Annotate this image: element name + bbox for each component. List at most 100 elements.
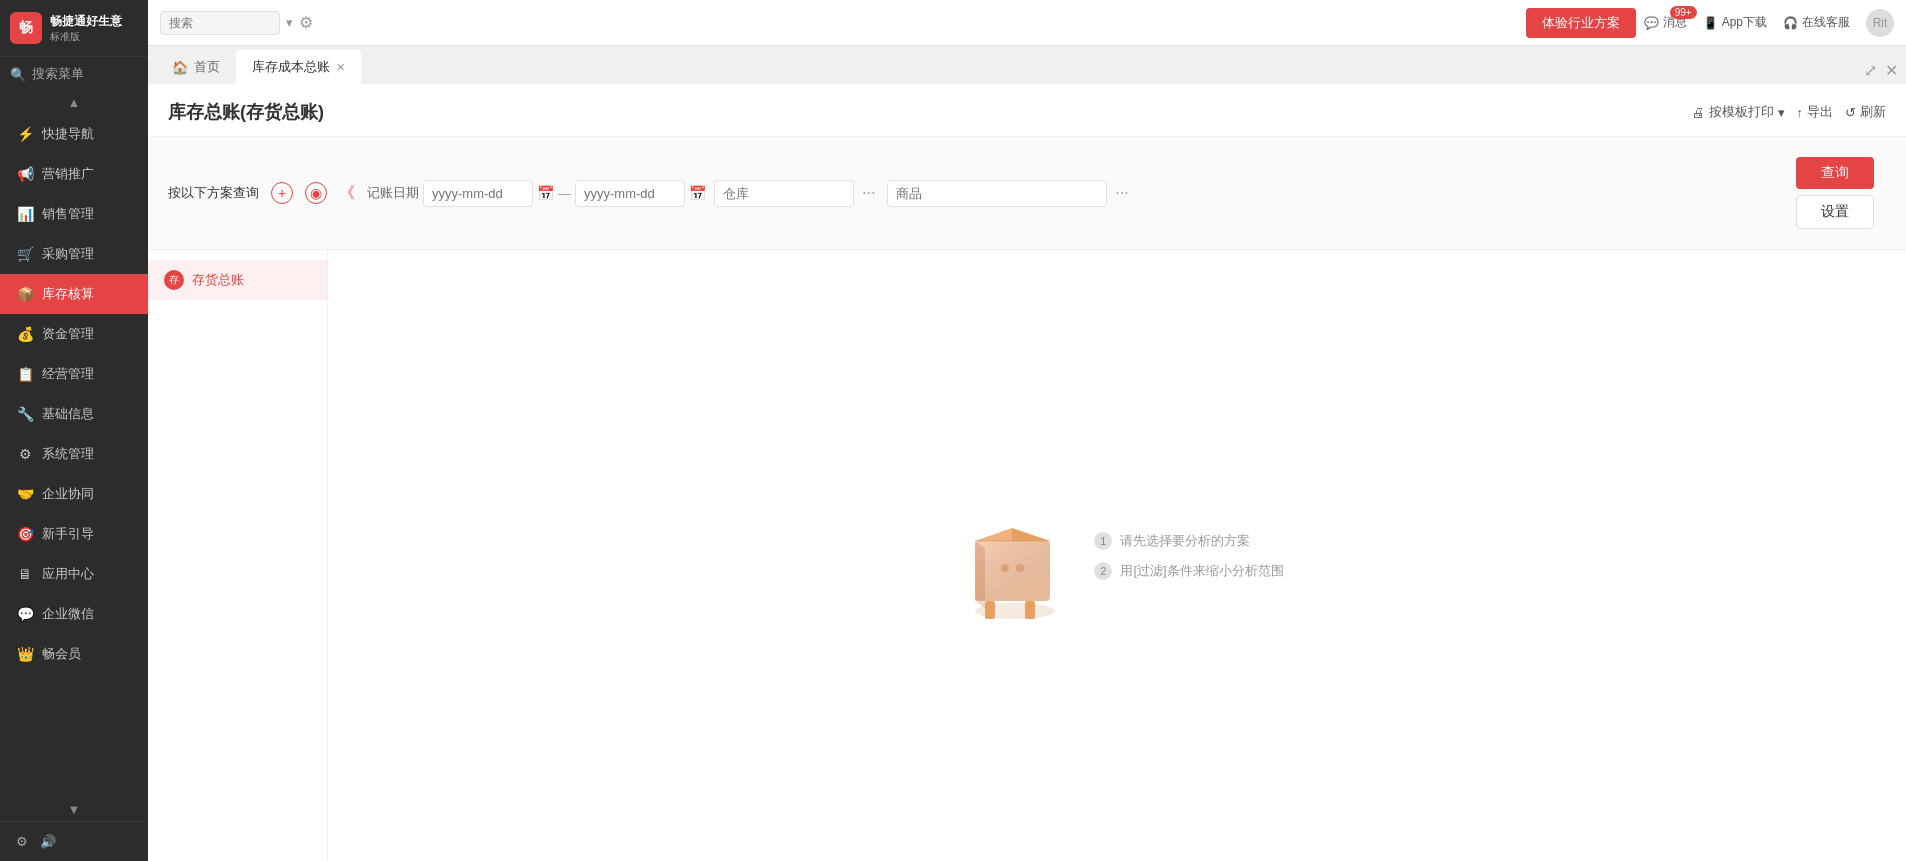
user-avatar[interactable]: Rit [1866,9,1894,37]
sidebar-scroll-up[interactable]: ▲ [0,91,148,114]
step2-label: 用[过滤]条件来缩小分析范围 [1120,562,1283,580]
sidebar-item-label: 应用中心 [42,565,94,583]
filter-label: 按以下方案查询 [168,184,259,202]
sidebar-item-label: 企业微信 [42,605,94,623]
home-icon: 🏠 [172,60,188,75]
sidebar-item-wechat[interactable]: 💬 企业微信 [0,594,148,634]
sidebar-item-apps[interactable]: 🖥 应用中心 [0,554,148,594]
sidebar-nav: ⚡ 快捷导航 📢 营销推广 📊 销售管理 🛒 采购管理 📦 库存核算 💰 资金管… [0,114,148,798]
topbar-app-download[interactable]: 📱 App下载 [1703,14,1767,31]
sidebar-item-label: 畅会员 [42,645,81,663]
empty-step1: 1 请先选择要分析的方案 [1094,532,1283,550]
sidebar-item-guide[interactable]: 🎯 新手引导 [0,514,148,554]
date-field-label: 记账日期 [367,184,419,202]
refresh-label: 刷新 [1860,103,1886,121]
apps-icon: 🖥 [16,566,34,582]
topbar-online-support[interactable]: 🎧 在线客服 [1783,14,1850,31]
empty-step2: 2 用[过滤]条件来缩小分析范围 [1094,562,1283,580]
topbar-messages[interactable]: 💬 消息 99+ [1644,14,1687,31]
sound-icon[interactable]: 🔊 [40,834,56,849]
goods-field: ··· [887,180,1132,207]
scheme-item-icon: 存 [164,270,184,290]
scheme-item-label: 存货总账 [192,271,244,289]
marketing-icon: 📢 [16,166,34,182]
date-to-input[interactable] [575,180,685,207]
svg-point-6 [1001,564,1009,572]
topbar-chevron-icon[interactable]: ▾ [286,15,293,30]
query-button[interactable]: 查询 [1796,157,1874,189]
sidebar-item-sales[interactable]: 📊 销售管理 [0,194,148,234]
date-from-input[interactable] [423,180,533,207]
scheme-sidebar: 存 存货总账 [148,250,328,861]
tab-expand-icon[interactable]: ⤢ [1864,61,1877,80]
content-body: 存 存货总账 [148,250,1906,861]
sidebar-item-member[interactable]: 👑 畅会员 [0,634,148,674]
warehouse-input[interactable] [714,180,854,207]
sidebar-search-label: 搜索菜单 [32,65,84,83]
tab-close-all-icon[interactable]: ✕ [1885,61,1898,80]
topbar-search-input[interactable] [160,11,280,35]
sidebar-item-label: 新手引导 [42,525,94,543]
empty-illustration [950,496,1070,616]
trial-button[interactable]: 体验行业方案 [1526,8,1636,38]
scheme-item-inventory-ledger[interactable]: 存 存货总账 [148,260,327,300]
export-button[interactable]: ↑ 导出 [1797,103,1834,121]
calendar-from-icon[interactable]: 📅 [537,185,554,201]
wechat-icon: 💬 [16,606,34,622]
warehouse-more-icon[interactable]: ··· [858,184,879,202]
tab-inventory-ledger[interactable]: 库存成本总账 ✕ [236,50,361,84]
inventory-icon: 📦 [16,286,34,302]
empty-state: 1 请先选择要分析的方案 2 用[过滤]条件来缩小分析范围 [328,250,1906,861]
warehouse-field: ··· [714,180,879,207]
sidebar-scroll-down[interactable]: ▼ [0,798,148,821]
guide-icon: 🎯 [16,526,34,542]
sidebar-item-marketing[interactable]: 📢 营销推广 [0,154,148,194]
goods-more-icon[interactable]: ··· [1111,184,1132,202]
app-logo-text: 畅捷通好生意 标准版 [50,13,122,44]
svg-rect-2 [975,541,1050,601]
topbar-settings-icon[interactable]: ⚙ [299,13,313,32]
tab-inventory-ledger-label: 库存成本总账 [252,58,330,76]
sidebar-item-label: 经营管理 [42,365,94,383]
sidebar-item-label: 企业协同 [42,485,94,503]
step1-circle: 1 [1094,532,1112,550]
tab-close-icon[interactable]: ✕ [336,61,345,74]
cooperation-icon: 🤝 [16,486,34,502]
basic-icon: 🔧 [16,406,34,422]
sidebar-logo: 畅 畅捷通好生意 标准版 [0,0,148,57]
refresh-button[interactable]: ↺ 刷新 [1845,103,1886,121]
sidebar-item-shortcut[interactable]: ⚡ 快捷导航 [0,114,148,154]
filter-clear-button[interactable]: ◉ [305,182,327,204]
calendar-to-icon[interactable]: 📅 [689,185,706,201]
page-title: 库存总账(存货总账) [168,100,324,124]
topbar: ▾ ⚙ 体验行业方案 💬 消息 99+ 📱 App下载 🎧 在线客服 Rit [148,0,1906,46]
settings-icon[interactable]: ⚙ [16,834,28,849]
sidebar-item-label: 系统管理 [42,445,94,463]
sidebar-item-basic[interactable]: 🔧 基础信息 [0,394,148,434]
sidebar-item-label: 销售管理 [42,205,94,223]
filter-add-button[interactable]: + [271,182,293,204]
sidebar-item-operations[interactable]: 📋 经营管理 [0,354,148,394]
phone-icon: 📱 [1703,16,1718,30]
print-template-button[interactable]: 🖨 按模板打印 ▾ [1692,103,1785,121]
message-icon: 💬 [1644,16,1659,30]
user-avatar-text: Rit [1873,16,1888,30]
print-icon: 🖨 [1692,105,1705,120]
tab-home[interactable]: 🏠 首页 [156,50,236,84]
refresh-icon: ↺ [1845,105,1856,120]
app-version: 标准版 [50,30,122,44]
sidebar-item-finance[interactable]: 💰 资金管理 [0,314,148,354]
sidebar-item-inventory[interactable]: 📦 库存核算 [0,274,148,314]
goods-input[interactable] [887,180,1107,207]
sidebar-search[interactable]: 🔍 搜索菜单 [0,57,148,91]
filter-collapse-button[interactable]: 《 [339,183,355,204]
message-badge: 99+ [1670,6,1697,19]
svg-rect-5 [1025,601,1035,619]
topbar-right: 💬 消息 99+ 📱 App下载 🎧 在线客服 Rit [1644,9,1894,37]
sidebar-item-purchase[interactable]: 🛒 采购管理 [0,234,148,274]
settings-button[interactable]: 设置 [1796,195,1874,229]
sidebar-item-cooperation[interactable]: 🤝 企业协同 [0,474,148,514]
sidebar-item-system[interactable]: ⚙ 系统管理 [0,434,148,474]
export-icon: ↑ [1797,105,1804,120]
page-header: 库存总账(存货总账) 🖨 按模板打印 ▾ ↑ 导出 ↺ 刷新 [148,84,1906,137]
